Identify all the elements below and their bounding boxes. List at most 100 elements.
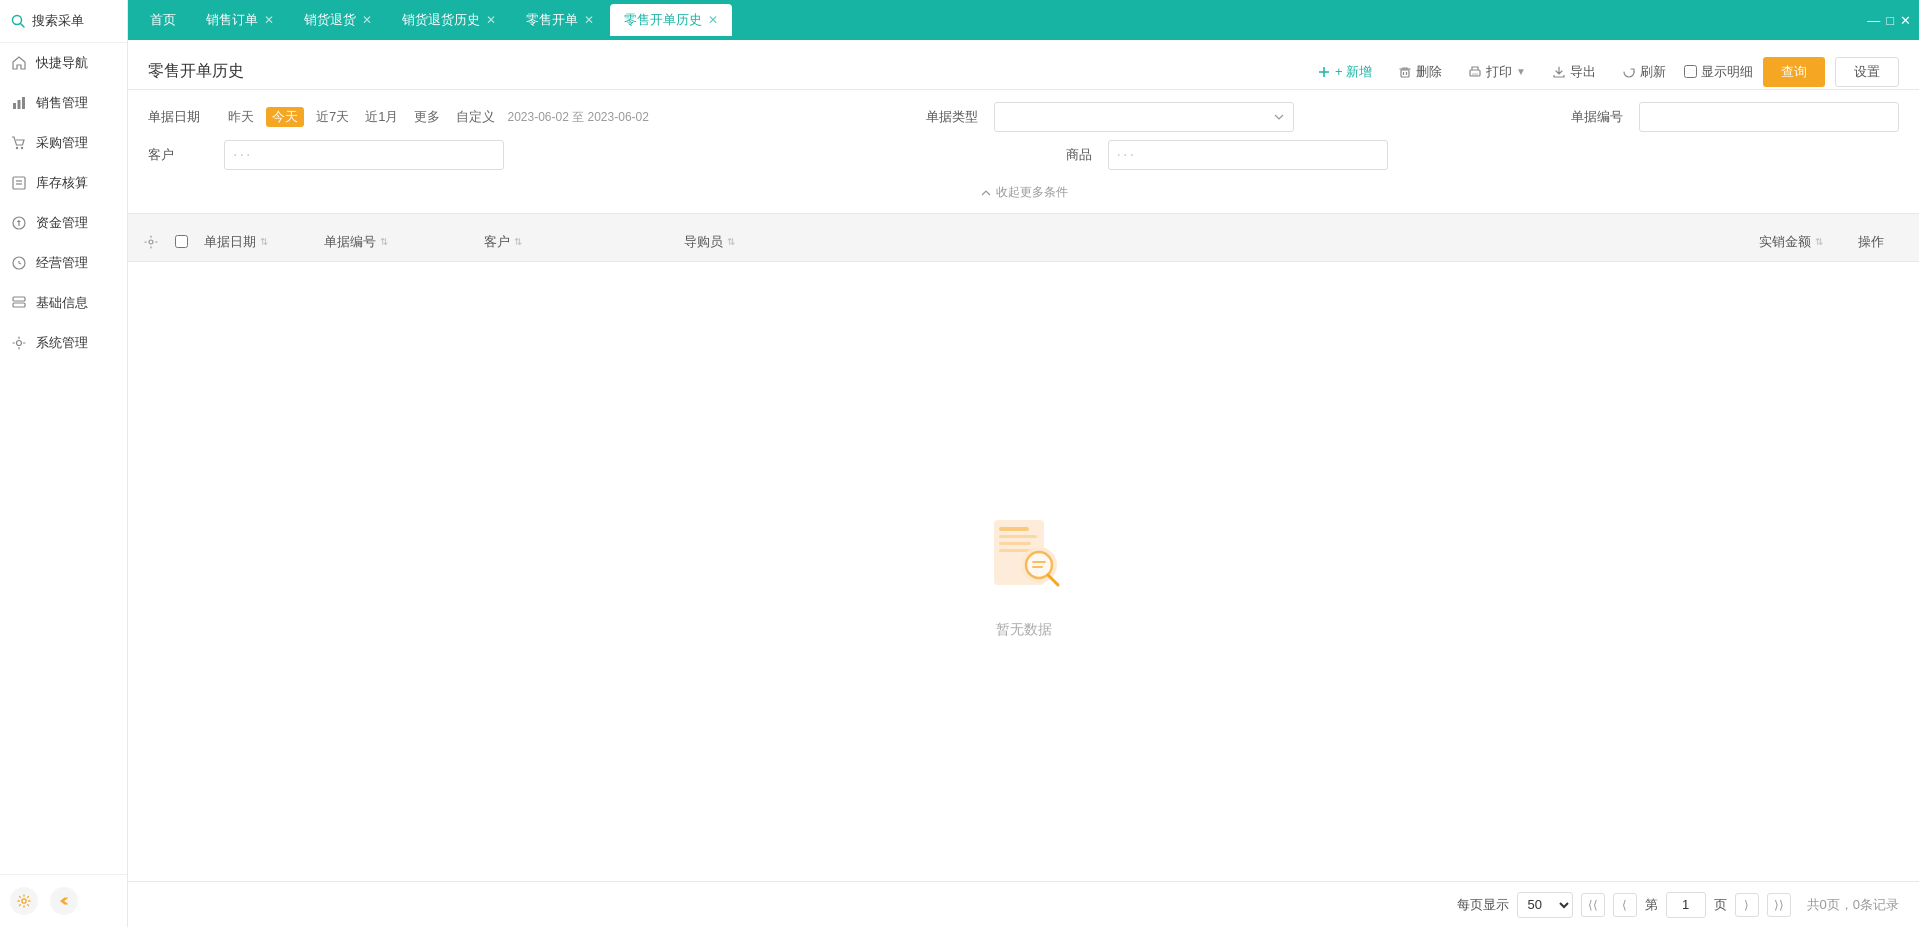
content-area: 零售开单历史 + 新增 <box>128 40 1919 927</box>
svg-rect-17 <box>1401 70 1409 77</box>
sidebar-item-basic-info[interactable]: 基础信息 <box>0 283 127 323</box>
main-content: 首页 销售订单 ✕ 销货退货 ✕ 销货退货历史 ✕ 零售开单 ✕ 零售开单历史 … <box>128 0 1919 927</box>
next-page-button[interactable]: ⟩ <box>1735 893 1759 917</box>
svg-point-14 <box>22 899 26 903</box>
date-filter-label: 单据日期 <box>148 108 208 126</box>
shortcut-custom[interactable]: 自定义 <box>452 107 499 127</box>
pagination-bar: 每页显示 50 20 100 ⟨⟨ ⟨ 第 页 ⟩ ⟩⟩ 共0页，0条记录 <box>128 881 1919 927</box>
goods-input[interactable]: ··· <box>1108 140 1388 170</box>
toolbar: + 新增 删除 <box>1309 57 1899 87</box>
table-settings-button[interactable] <box>136 234 166 250</box>
tab-close-retail-open[interactable]: ✕ <box>584 13 594 27</box>
svg-rect-27 <box>999 542 1031 545</box>
home-icon <box>10 54 28 72</box>
sidebar-item-inventory[interactable]: 库存核算 <box>0 163 127 203</box>
page-header: 零售开单历史 + 新增 <box>128 40 1919 90</box>
sidebar-item-finance[interactable]: 资金管理 <box>0 203 127 243</box>
col-header-order-no[interactable]: 单据编号 ⇅ <box>316 233 476 251</box>
shortcut-today[interactable]: 今天 <box>266 107 304 127</box>
sidebar-search[interactable]: 搜索采单 <box>0 0 127 43</box>
window-controls: — □ ✕ <box>1867 13 1911 28</box>
tab-close-sales-return[interactable]: ✕ <box>362 13 372 27</box>
sidebar-item-operations[interactable]: 经营管理 <box>0 243 127 283</box>
order-no-input[interactable] <box>1639 102 1899 132</box>
last-page-button[interactable]: ⟩⟩ <box>1767 893 1791 917</box>
tab-sales-order[interactable]: 销售订单 ✕ <box>192 4 288 36</box>
svg-point-13 <box>17 341 22 346</box>
export-button[interactable]: 导出 <box>1544 59 1604 85</box>
tab-sales-return[interactable]: 销货退货 ✕ <box>290 4 386 36</box>
add-button[interactable]: + 新增 <box>1309 59 1380 85</box>
display-detail-checkbox-label[interactable]: 显示明细 <box>1684 63 1753 81</box>
shortcut-more[interactable]: 更多 <box>410 107 444 127</box>
per-page-select[interactable]: 50 20 100 <box>1517 892 1573 918</box>
svg-line-1 <box>21 24 25 28</box>
system-icon <box>10 334 28 352</box>
display-detail-checkbox[interactable] <box>1684 65 1697 78</box>
customer-label: 客户 <box>148 146 208 164</box>
query-button[interactable]: 查询 <box>1763 57 1825 87</box>
print-icon <box>1468 65 1482 79</box>
sort-salesperson-icon: ⇅ <box>727 236 735 247</box>
col-header-customer[interactable]: 客户 ⇅ <box>476 233 676 251</box>
tab-home[interactable]: 首页 <box>136 4 190 36</box>
print-button[interactable]: 打印 ▼ <box>1460 59 1534 85</box>
svg-rect-7 <box>13 177 25 189</box>
tab-sales-return-history[interactable]: 销货退货历史 ✕ <box>388 4 510 36</box>
svg-rect-2 <box>13 103 16 109</box>
window-minimize-button[interactable]: — <box>1867 13 1880 28</box>
tabs-bar: 首页 销售订单 ✕ 销货退货 ✕ 销货退货历史 ✕ 零售开单 ✕ 零售开单历史 … <box>128 0 1919 40</box>
first-page-button[interactable]: ⟨⟨ <box>1581 893 1605 917</box>
collapse-filter-button[interactable]: 收起更多条件 <box>148 178 1899 201</box>
tab-close-sales-return-history[interactable]: ✕ <box>486 13 496 27</box>
settings-button[interactable]: 设置 <box>1835 57 1899 87</box>
col-header-amount[interactable]: 实销金额 ⇅ <box>1731 233 1831 251</box>
collapse-sidebar-button[interactable] <box>50 887 78 915</box>
total-count: 共0页，0条记录 <box>1807 896 1899 914</box>
window-close-button[interactable]: ✕ <box>1900 13 1911 28</box>
shortcut-last1m[interactable]: 近1月 <box>361 107 402 127</box>
filter-area: 单据日期 昨天 今天 近7天 近1月 更多 自定义 2023-06-02 至 2… <box>128 90 1919 214</box>
refresh-button[interactable]: 刷新 <box>1614 59 1674 85</box>
svg-rect-4 <box>22 97 25 109</box>
basic-icon <box>10 294 28 312</box>
per-page-label: 每页显示 <box>1457 896 1509 914</box>
svg-line-31 <box>1048 575 1058 585</box>
page-number-input[interactable] <box>1666 892 1706 918</box>
select-all-checkbox[interactable] <box>166 235 196 248</box>
sort-order-no-icon: ⇅ <box>380 236 388 247</box>
svg-point-23 <box>149 240 153 244</box>
chart-icon <box>10 94 28 112</box>
tab-close-retail-open-history[interactable]: ✕ <box>708 13 718 27</box>
sidebar-item-quick-nav[interactable]: 快捷导航 <box>0 43 127 83</box>
empty-state: 暂无数据 <box>128 262 1919 881</box>
col-header-salesperson[interactable]: 导购员 ⇅ <box>676 233 796 251</box>
settings-gear-button[interactable] <box>10 887 38 915</box>
order-type-select[interactable] <box>994 102 1294 132</box>
customer-input[interactable]: ··· <box>224 140 504 170</box>
empty-text: 暂无数据 <box>996 621 1052 639</box>
tab-retail-open[interactable]: 零售开单 ✕ <box>512 4 608 36</box>
tab-close-sales-order[interactable]: ✕ <box>264 13 274 27</box>
shortcut-yesterday[interactable]: 昨天 <box>224 107 258 127</box>
sidebar-item-system-mgmt[interactable]: 系统管理 <box>0 323 127 363</box>
tab-retail-open-history[interactable]: 零售开单历史 ✕ <box>610 4 732 36</box>
filter-row-customer: 客户 ··· 商品 ··· <box>148 140 1899 170</box>
shortcut-last7[interactable]: 近7天 <box>312 107 353 127</box>
svg-rect-25 <box>999 527 1029 531</box>
window-maximize-button[interactable]: □ <box>1886 13 1894 28</box>
sidebar-item-purchase-mgmt[interactable]: 采购管理 <box>0 123 127 163</box>
print-dropdown-icon[interactable]: ▼ <box>1516 66 1526 77</box>
delete-button[interactable]: 删除 <box>1390 59 1450 85</box>
inventory-icon <box>10 174 28 192</box>
svg-rect-26 <box>999 535 1037 538</box>
table-header: 单据日期 ⇅ 单据编号 ⇅ 客户 ⇅ 导购员 ⇅ 实销金额 <box>128 222 1919 262</box>
search-icon <box>10 13 26 30</box>
prev-page-button[interactable]: ⟨ <box>1613 893 1637 917</box>
order-type-label: 单据类型 <box>918 108 978 126</box>
empty-illustration <box>974 505 1074 605</box>
sidebar-item-sales-mgmt[interactable]: 销售管理 <box>0 83 127 123</box>
table-wrapper: 单据日期 ⇅ 单据编号 ⇅ 客户 ⇅ 导购员 ⇅ 实销金额 <box>128 222 1919 881</box>
col-header-date[interactable]: 单据日期 ⇅ <box>196 233 316 251</box>
svg-rect-22 <box>1472 73 1478 76</box>
